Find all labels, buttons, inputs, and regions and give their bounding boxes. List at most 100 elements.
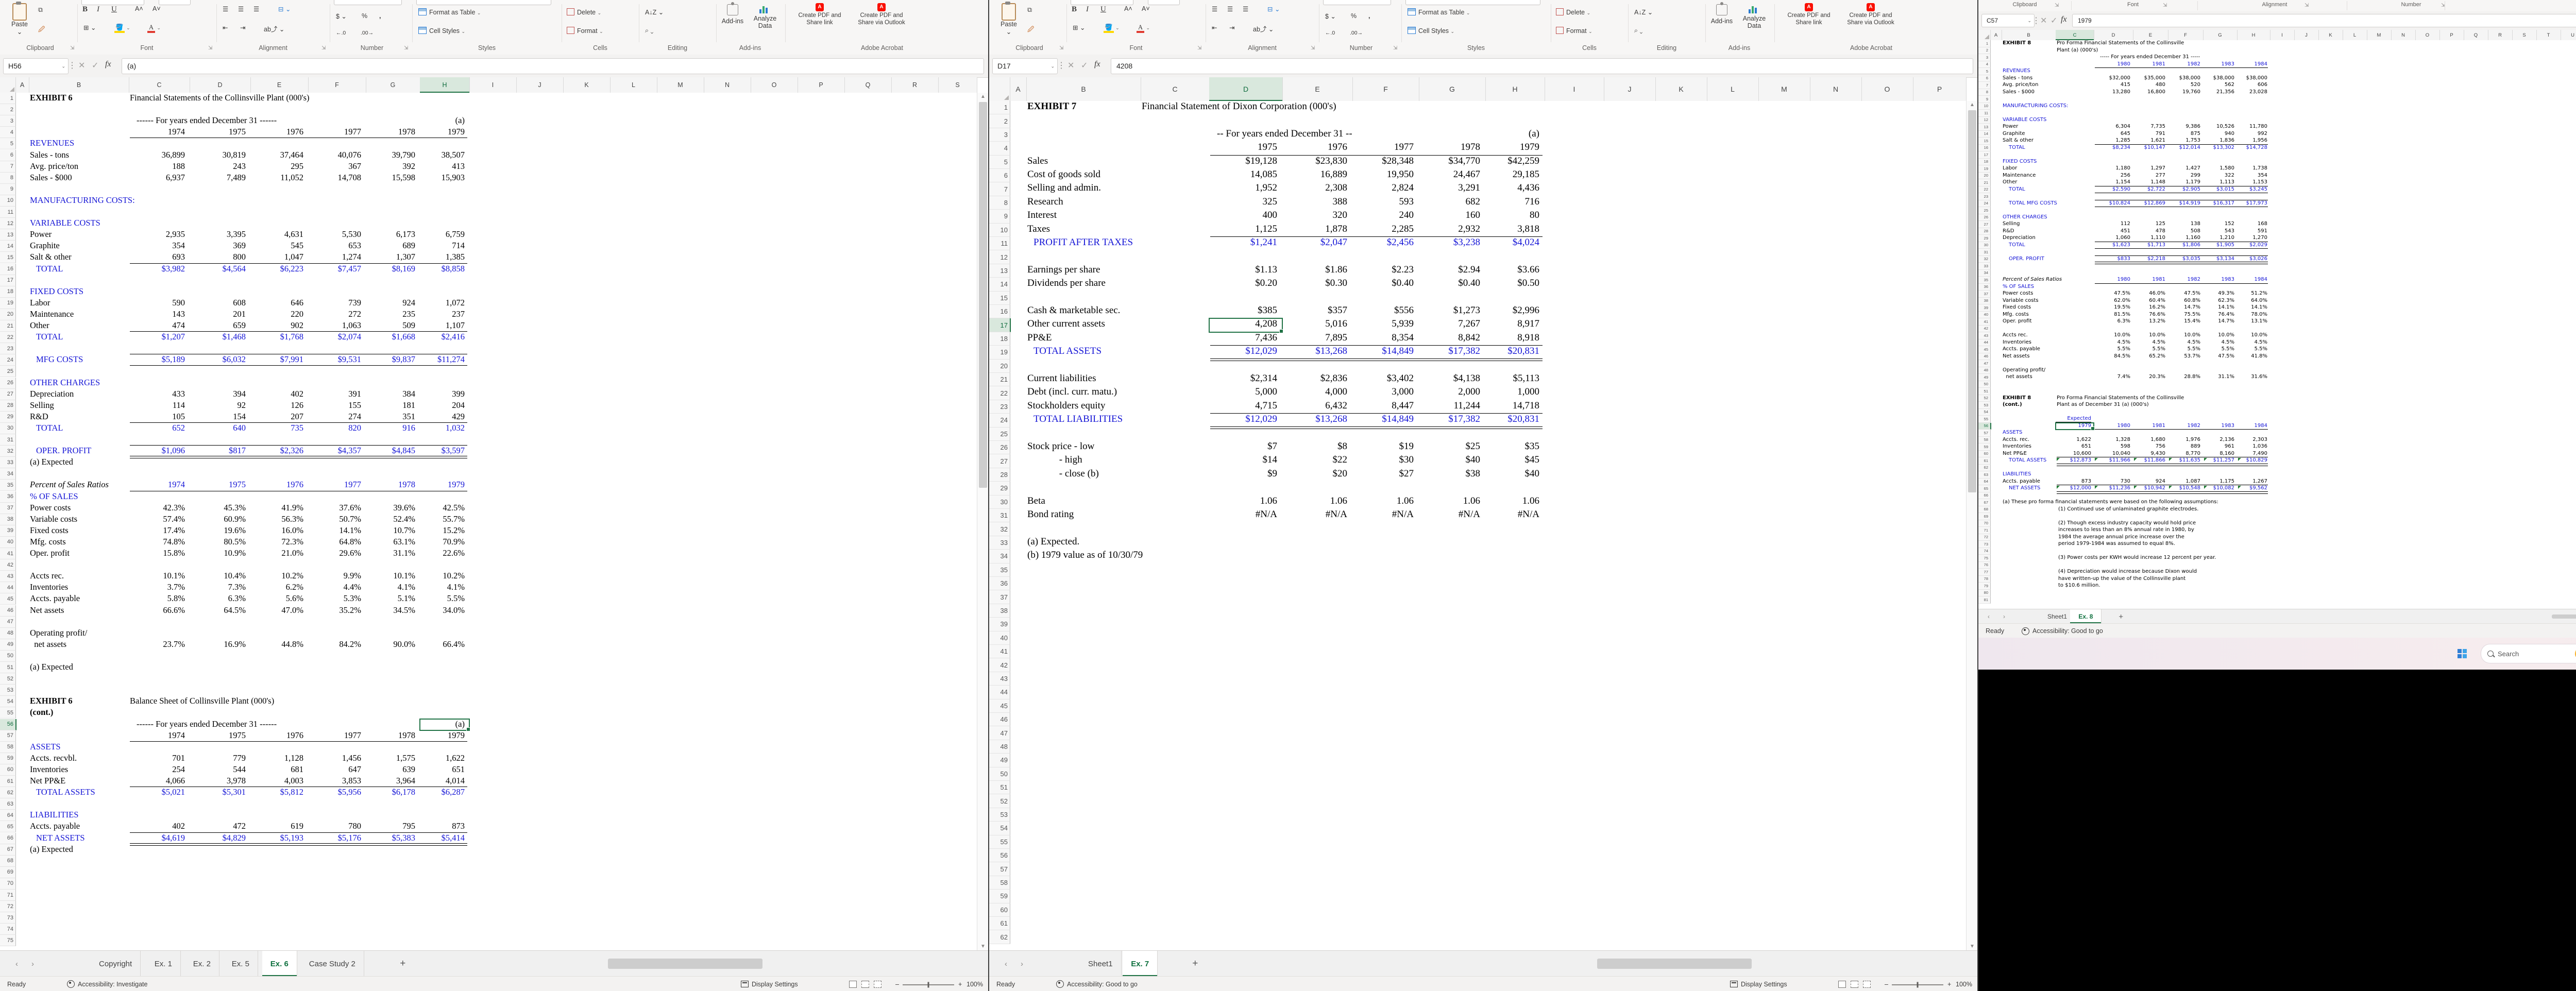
active-cell-selection[interactable]: [419, 718, 470, 731]
cell[interactable]: $7: [1209, 441, 1277, 454]
cell[interactable]: 13.1%: [2237, 318, 2267, 326]
cell[interactable]: 472: [190, 821, 246, 832]
col-header-H[interactable]: H: [2237, 30, 2270, 40]
cell[interactable]: 78.0%: [2237, 312, 2267, 319]
cell[interactable]: #N/A: [1352, 509, 1414, 522]
row-header-37[interactable]: 37: [1978, 291, 1991, 298]
cell[interactable]: 1979: [420, 480, 465, 491]
zoom-slider-thumb[interactable]: [927, 982, 929, 987]
cell[interactable]: 7,490: [2237, 451, 2267, 458]
row-header-50[interactable]: 50: [0, 650, 16, 662]
cell[interactable]: TOTAL ASSETS: [1033, 346, 1101, 359]
cell[interactable]: $9,531: [308, 354, 361, 366]
cell[interactable]: to $10.6 million.: [2058, 583, 2100, 590]
cell[interactable]: #N/A: [1419, 509, 1480, 522]
cell[interactable]: -- For years ended December 31 --: [1217, 128, 1352, 142]
row-header-38[interactable]: 38: [989, 604, 1010, 618]
cell[interactable]: $28,348: [1352, 156, 1414, 169]
cell[interactable]: OTHER CHARGES: [2003, 214, 2047, 221]
cell[interactable]: 201: [190, 309, 246, 320]
row-header-4[interactable]: 4: [0, 127, 16, 139]
cell[interactable]: 1983: [2203, 277, 2234, 284]
cell[interactable]: $13,302: [2203, 145, 2234, 152]
cell[interactable]: 902: [250, 320, 303, 332]
col-header-A[interactable]: A: [1010, 77, 1027, 101]
cell[interactable]: 1977: [308, 127, 361, 138]
row-header-59[interactable]: 59: [1978, 443, 1991, 451]
cell[interactable]: 544: [190, 764, 246, 776]
cell[interactable]: 38,507: [420, 150, 465, 161]
row-header-66[interactable]: 66: [1978, 492, 1991, 499]
cell[interactable]: 2,000: [1419, 386, 1480, 400]
row-header-35[interactable]: 35: [1978, 277, 1991, 284]
cell[interactable]: 188: [129, 161, 185, 173]
row-header-63[interactable]: 63: [1978, 471, 1991, 479]
formula-input[interactable]: (a): [122, 58, 984, 74]
cell[interactable]: $2,905: [2168, 186, 2200, 194]
cell[interactable]: 1,063: [308, 320, 361, 332]
cell[interactable]: $1,241: [1209, 237, 1277, 250]
row-header-43[interactable]: 43: [0, 571, 16, 583]
cell[interactable]: - high: [1027, 454, 1082, 468]
cell[interactable]: 7.4%: [2094, 374, 2130, 381]
cell[interactable]: 1,087: [2168, 479, 2200, 486]
cell[interactable]: 780: [308, 821, 361, 832]
cell[interactable]: $9,837: [366, 354, 415, 366]
cell[interactable]: Operating profit/: [2003, 367, 2045, 374]
row-header-18[interactable]: 18: [1978, 158, 1991, 165]
bold-icon[interactable]: B: [82, 5, 88, 14]
merge-center-icon[interactable]: ⊟ ⌄: [1267, 5, 1280, 13]
cell[interactable]: 40,076: [308, 150, 361, 161]
cell[interactable]: 62.0%: [2094, 298, 2130, 305]
row-header-6[interactable]: 6: [1978, 75, 1991, 82]
col-header-O[interactable]: O: [1861, 77, 1913, 101]
row-header-61[interactable]: 61: [1978, 457, 1991, 465]
zoom-out-button[interactable]: –: [895, 977, 899, 991]
cell[interactable]: REVENUES: [30, 138, 74, 149]
italic-icon[interactable]: I: [97, 5, 99, 14]
cell[interactable]: OTHER CHARGES: [30, 378, 100, 389]
cell[interactable]: FIXED COSTS: [2003, 159, 2037, 166]
col-header-J[interactable]: J: [2294, 30, 2319, 40]
row-header-13[interactable]: 13: [989, 264, 1010, 278]
sheet-tab-case-study-2[interactable]: Case Study 2: [301, 951, 364, 977]
cell[interactable]: Graphite: [2003, 131, 2025, 138]
cell[interactable]: 17.4%: [129, 525, 185, 537]
row-header-40[interactable]: 40: [1978, 311, 1991, 318]
cell[interactable]: 1979: [420, 127, 465, 138]
cell[interactable]: $45: [1485, 454, 1540, 468]
cell[interactable]: 256: [2094, 173, 2130, 180]
cell[interactable]: $5,956: [308, 787, 361, 798]
cell[interactable]: Accts. payable: [30, 593, 80, 605]
cell[interactable]: $30: [1352, 454, 1414, 468]
cell[interactable]: 2,308: [1282, 182, 1347, 196]
grow-font-icon[interactable]: A˄: [135, 5, 143, 12]
row-header-38[interactable]: 38: [1978, 297, 1991, 304]
cell[interactable]: 6.3%: [2094, 318, 2130, 326]
view-shortcuts[interactable]: [1838, 977, 1875, 991]
row-header-56[interactable]: 56: [0, 719, 16, 730]
row-header-3[interactable]: 3: [0, 115, 16, 127]
cell[interactable]: 392: [366, 161, 415, 173]
col-header-H[interactable]: H: [420, 77, 470, 93]
row-header-66[interactable]: 66: [0, 832, 16, 844]
cell[interactable]: $3,238: [1419, 237, 1480, 250]
cell[interactable]: $2,047: [1282, 237, 1347, 250]
cell[interactable]: 1,580: [2203, 165, 2234, 173]
dialog-launcher-icon[interactable]: ⇲: [1393, 45, 1397, 51]
cell[interactable]: $35,000: [2133, 75, 2165, 82]
cell[interactable]: Dividends per share: [1027, 278, 1106, 291]
row-header-28[interactable]: 28: [1978, 228, 1991, 235]
row-header-78[interactable]: 78: [1978, 575, 1991, 583]
zoom-percentage[interactable]: 100%: [1956, 977, 1972, 991]
cell[interactable]: 961: [2203, 443, 2234, 451]
row-header-25[interactable]: 25: [0, 366, 16, 378]
row-header-60[interactable]: 60: [0, 764, 16, 776]
dialog-launcher-icon[interactable]: ⇲: [1059, 45, 1063, 51]
cell[interactable]: $4,564: [190, 264, 246, 275]
row-header-4[interactable]: 4: [989, 142, 1010, 156]
cell[interactable]: 756: [2133, 443, 2165, 451]
cell[interactable]: 155: [308, 400, 361, 412]
cell[interactable]: $7,991: [250, 354, 303, 366]
cell[interactable]: $385: [1209, 305, 1277, 318]
